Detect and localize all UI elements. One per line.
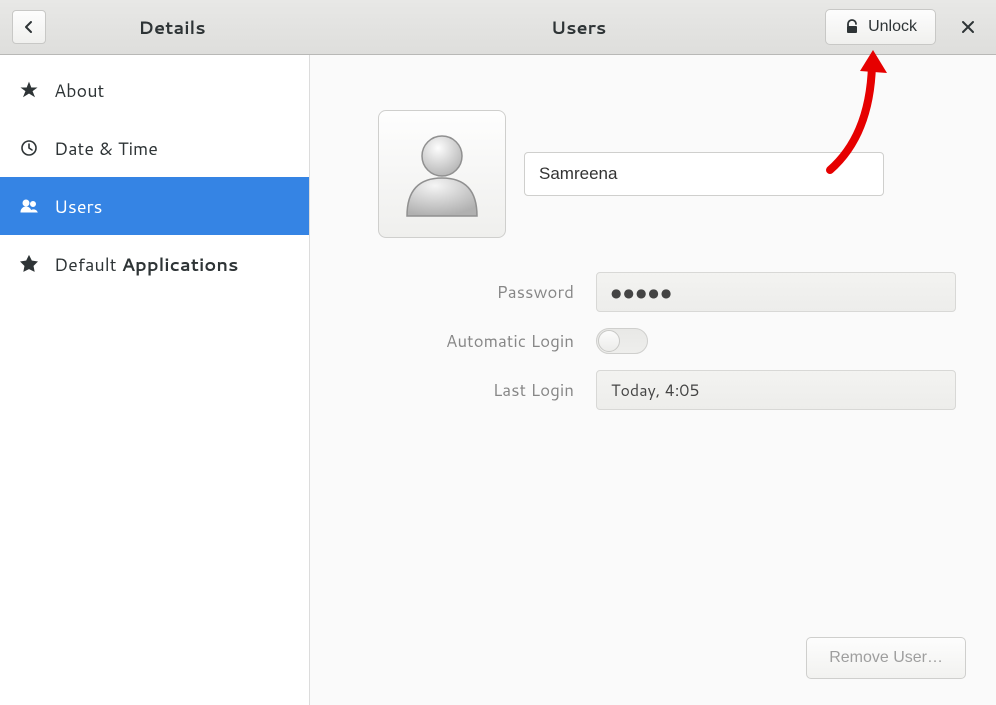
user-avatar-icon bbox=[392, 124, 492, 224]
autologin-toggle[interactable] bbox=[596, 328, 648, 354]
titlebar-right: Users Unlock bbox=[332, 0, 996, 54]
clock-icon bbox=[20, 139, 38, 157]
sidebar-item-label: Date & Time bbox=[54, 135, 158, 161]
password-row: Password ●●●●● bbox=[378, 272, 956, 312]
sidebar-item-about[interactable]: About bbox=[0, 61, 309, 119]
back-button[interactable] bbox=[12, 10, 46, 44]
user-header bbox=[378, 110, 956, 238]
users-icon bbox=[20, 197, 38, 215]
sidebar-item-label: About bbox=[54, 77, 104, 103]
unlock-label: Unlock bbox=[868, 18, 917, 36]
star-icon bbox=[20, 255, 38, 273]
unlock-button[interactable]: Unlock bbox=[825, 9, 936, 45]
sidebar-item-label: Default Applications bbox=[54, 251, 238, 277]
close-icon bbox=[961, 20, 975, 34]
unlock-icon bbox=[844, 19, 860, 35]
content-pane: Password ●●●●● Automatic Login Last Logi… bbox=[310, 55, 996, 705]
remove-user-button[interactable]: Remove User… bbox=[806, 637, 966, 679]
titlebar-left: Details bbox=[0, 0, 332, 54]
chevron-left-icon bbox=[22, 20, 36, 34]
avatar-button[interactable] bbox=[378, 110, 506, 238]
password-label: Password bbox=[378, 280, 596, 304]
sidebar-item-datetime[interactable]: Date & Time bbox=[0, 119, 309, 177]
lastlogin-label: Last Login bbox=[378, 378, 596, 402]
sidebar-item-users[interactable]: Users bbox=[0, 177, 309, 235]
sidebar-item-label: Users bbox=[54, 193, 103, 219]
users-title: Users bbox=[332, 14, 825, 40]
close-button[interactable] bbox=[950, 9, 986, 45]
password-field[interactable]: ●●●●● bbox=[596, 272, 956, 312]
sidebar: About Date & Time Users Default Applicat… bbox=[0, 55, 310, 705]
sidebar-item-defaultapps[interactable]: Default Applications bbox=[0, 235, 309, 293]
titlebar: Details Users Unlock bbox=[0, 0, 996, 55]
autologin-row: Automatic Login bbox=[378, 328, 956, 354]
autologin-label: Automatic Login bbox=[378, 329, 596, 353]
user-name-input[interactable] bbox=[524, 152, 884, 196]
about-icon bbox=[20, 81, 38, 99]
lastlogin-row: Last Login Today, 4:05 bbox=[378, 370, 956, 410]
lastlogin-field[interactable]: Today, 4:05 bbox=[596, 370, 956, 410]
lastlogin-value: Today, 4:05 bbox=[611, 379, 700, 402]
details-title: Details bbox=[46, 14, 332, 40]
password-masked: ●●●●● bbox=[611, 284, 673, 301]
toggle-knob bbox=[598, 330, 620, 352]
